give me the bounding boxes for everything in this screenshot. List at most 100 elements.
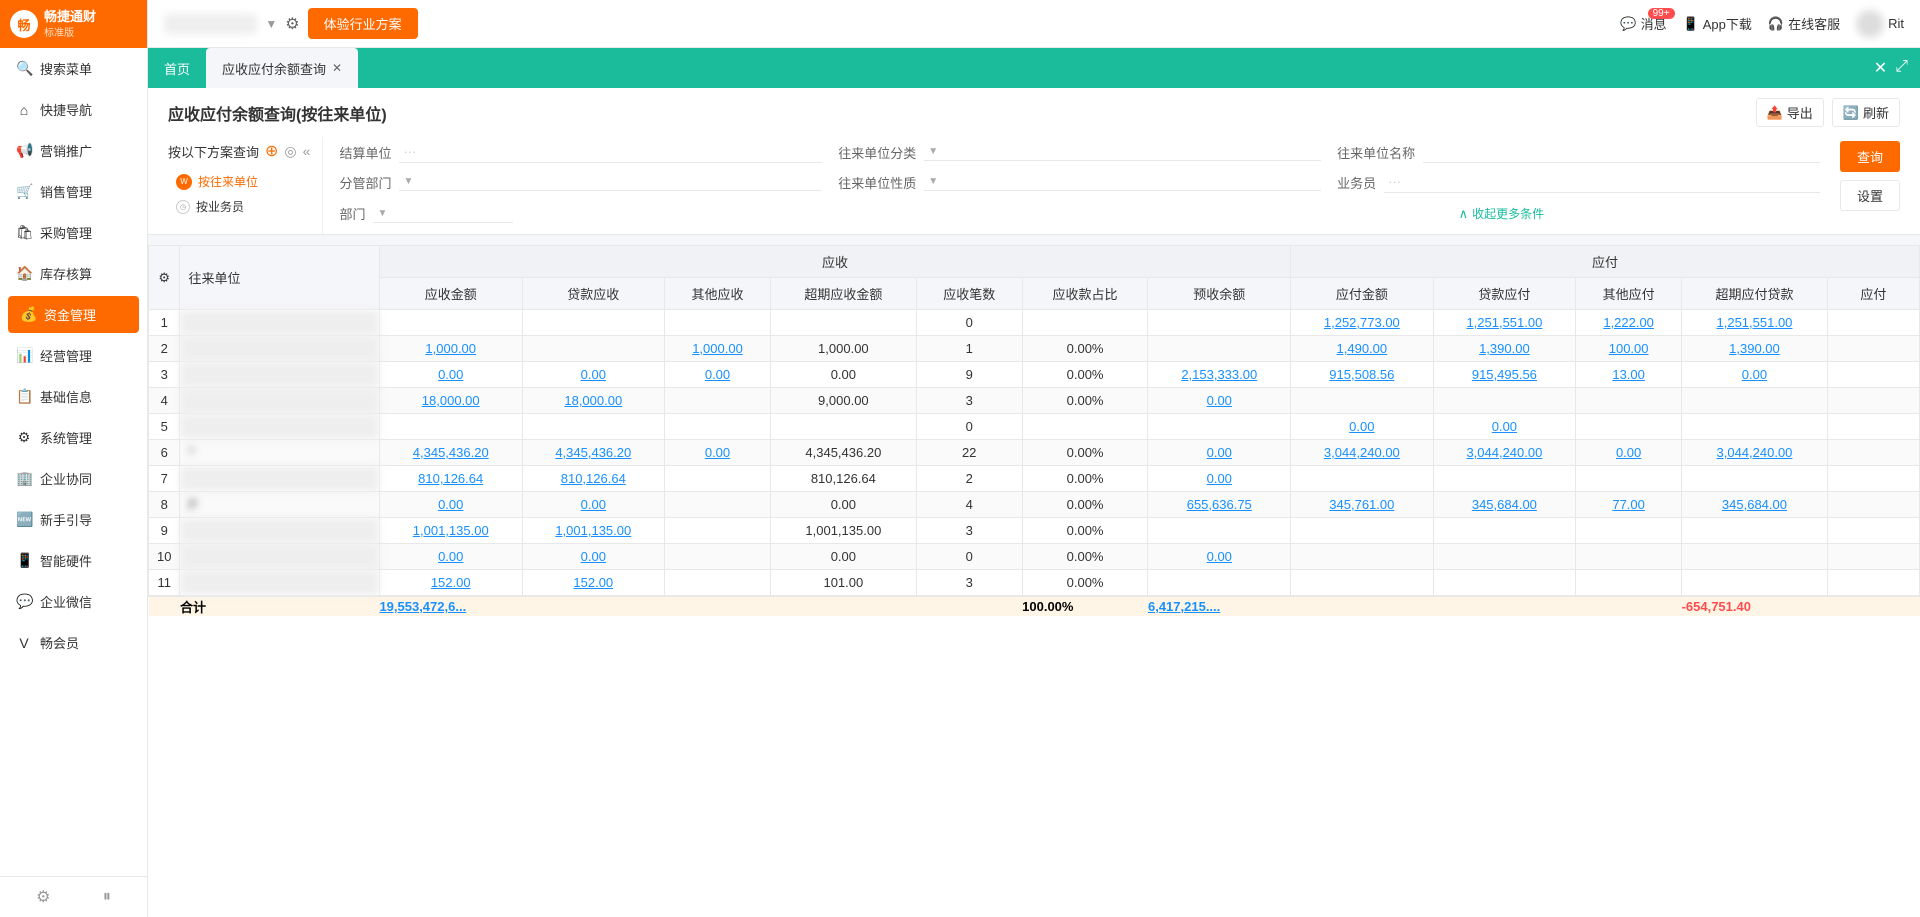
add-scheme-icon[interactable]: ⊕ bbox=[265, 141, 278, 161]
table-cell[interactable]: 1,252,773.00 bbox=[1291, 310, 1434, 336]
table-cell[interactable]: 4,345,436.20 bbox=[522, 440, 665, 466]
table-cell[interactable]: 345,684.00 bbox=[1433, 492, 1576, 518]
table-cell: 0.00% bbox=[1022, 388, 1148, 414]
tab-close-window-icon[interactable]: ✕ bbox=[1874, 58, 1887, 78]
table-cell[interactable]: 1,000.00 bbox=[665, 336, 771, 362]
tab-home[interactable]: 首页 bbox=[148, 48, 206, 88]
th-settings[interactable]: ⚙ bbox=[149, 246, 180, 310]
table-cell[interactable]: 1,001,135.00 bbox=[522, 518, 665, 544]
table-cell[interactable]: 0.00 bbox=[1148, 466, 1291, 492]
table-cell[interactable]: 0.00 bbox=[522, 544, 665, 570]
export-btn[interactable]: 📤 导出 bbox=[1756, 98, 1824, 127]
online-service-btn[interactable]: 🎧 在线客服 bbox=[1768, 14, 1840, 33]
sidebar-item-sales[interactable]: 🛒 销售管理 bbox=[0, 171, 147, 212]
partner-name-text-input[interactable] bbox=[1427, 144, 1816, 159]
table-cell[interactable]: 810,126.64 bbox=[379, 466, 522, 492]
sidebar-item-vip[interactable]: V 畅会员 bbox=[0, 622, 147, 663]
sidebar-collapse-btn[interactable]: ⏸ bbox=[103, 888, 111, 906]
setting-btn[interactable]: 设置 bbox=[1840, 180, 1900, 211]
sidebar-item-purchase[interactable]: 🛍 采购管理 bbox=[0, 212, 147, 253]
scheme-item-salesman[interactable]: ◷ 按业务员 bbox=[168, 194, 310, 219]
query-btn[interactable]: 查询 bbox=[1840, 141, 1900, 172]
tab-maximize-icon[interactable]: ⤢ bbox=[1895, 58, 1908, 78]
collapse-scheme-icon[interactable]: « bbox=[303, 143, 311, 159]
sidebar-settings-btn[interactable]: ⚙ bbox=[36, 887, 50, 907]
table-cell[interactable]: 2,153,333.00 bbox=[1148, 362, 1291, 388]
sidebar-item-quick[interactable]: ⌂ 快捷导航 bbox=[0, 89, 147, 130]
sidebar-item-system[interactable]: ⚙ 系统管理 bbox=[0, 417, 147, 458]
table-cell[interactable]: 915,495.56 bbox=[1433, 362, 1576, 388]
table-cell[interactable]: 0.00 bbox=[379, 492, 522, 518]
table-cell[interactable]: 18,000.00 bbox=[379, 388, 522, 414]
sidebar-item-search[interactable]: 🔍 搜索菜单 bbox=[0, 48, 147, 89]
table-cell[interactable]: 4,345,436.20 bbox=[379, 440, 522, 466]
table-cell[interactable]: 0.00 bbox=[379, 544, 522, 570]
sidebar-item-enterprise[interactable]: 🏢 企业协同 bbox=[0, 458, 147, 499]
table-cell[interactable]: 0.00 bbox=[522, 492, 665, 518]
footer-ar-total[interactable]: 19,553,472,6... bbox=[379, 596, 522, 616]
salesman-input[interactable]: ··· bbox=[1384, 171, 1820, 193]
table-cell bbox=[665, 518, 771, 544]
table-cell[interactable]: 1,222.00 bbox=[1576, 310, 1682, 336]
partner-name-input[interactable] bbox=[1423, 141, 1820, 163]
table-cell[interactable]: 0.00 bbox=[379, 362, 522, 388]
table-cell[interactable]: 0.00 bbox=[665, 440, 771, 466]
table-cell[interactable]: 345,761.00 bbox=[1291, 492, 1434, 518]
table-cell[interactable]: 0.00 bbox=[1148, 440, 1291, 466]
sidebar-item-wechat[interactable]: 💬 企业微信 bbox=[0, 581, 147, 622]
table-cell[interactable]: 152.00 bbox=[522, 570, 665, 597]
user-info-btn[interactable]: Rit bbox=[1856, 10, 1904, 38]
sidebar-item-marketing[interactable]: 📢 营销推广 bbox=[0, 130, 147, 171]
table-cell[interactable]: 3,044,240.00 bbox=[1433, 440, 1576, 466]
collapse-more-btn[interactable]: ∧ 收起更多条件 bbox=[1447, 201, 1557, 226]
table-cell[interactable]: 345,684.00 bbox=[1682, 492, 1828, 518]
edit-scheme-icon[interactable]: ◎ bbox=[284, 143, 296, 160]
table-cell[interactable]: 1,001,135.00 bbox=[379, 518, 522, 544]
table-cell[interactable]: 810,126.64 bbox=[522, 466, 665, 492]
scheme-item-partner[interactable]: W 按往来单位 bbox=[168, 169, 310, 194]
table-cell[interactable]: 0.00 bbox=[1148, 388, 1291, 414]
settlement-unit-input[interactable]: ··· bbox=[399, 141, 822, 163]
sidebar-item-basic[interactable]: 📋 基础信息 bbox=[0, 376, 147, 417]
messages-btn[interactable]: 💬 消息 99+ bbox=[1620, 14, 1666, 33]
table-cell[interactable]: 655,636.75 bbox=[1148, 492, 1291, 518]
tab-ar-query[interactable]: 应收应付余额查询 ✕ bbox=[206, 48, 358, 88]
table-cell[interactable]: 915,508.56 bbox=[1291, 362, 1434, 388]
table-cell[interactable]: 152.00 bbox=[379, 570, 522, 597]
table-cell[interactable]: 13.00 bbox=[1576, 362, 1682, 388]
sidebar-item-operation[interactable]: 📊 经营管理 bbox=[0, 335, 147, 376]
sidebar-item-hardware[interactable]: 📱 智能硬件 bbox=[0, 540, 147, 581]
tab-close-icon[interactable]: ✕ bbox=[332, 61, 342, 75]
sidebar-item-guide[interactable]: 🆕 新手引导 bbox=[0, 499, 147, 540]
refresh-btn[interactable]: 🔄 刷新 bbox=[1832, 98, 1900, 127]
settings-gear-icon[interactable]: ⚙ bbox=[285, 14, 299, 34]
table-cell[interactable]: 1,390.00 bbox=[1682, 336, 1828, 362]
table-cell[interactable]: 1,251,551.00 bbox=[1682, 310, 1828, 336]
trial-industry-btn[interactable]: 体验行业方案 bbox=[308, 8, 418, 39]
table-cell[interactable]: 0.00 bbox=[1682, 362, 1828, 388]
table-cell[interactable]: 100.00 bbox=[1576, 336, 1682, 362]
table-cell[interactable]: 3,044,240.00 bbox=[1291, 440, 1434, 466]
table-cell: 2 bbox=[149, 336, 180, 362]
table-cell[interactable]: 0.00 bbox=[1291, 414, 1434, 440]
partner-category-select[interactable]: ▼ bbox=[924, 143, 1321, 161]
table-cell[interactable]: 0.00 bbox=[1148, 544, 1291, 570]
table-cell[interactable]: 0.00 bbox=[1433, 414, 1576, 440]
sidebar-item-inventory[interactable]: 🏠 库存核算 bbox=[0, 253, 147, 294]
table-cell[interactable]: 1,490.00 bbox=[1291, 336, 1434, 362]
table-cell[interactable]: 1,000.00 bbox=[379, 336, 522, 362]
table-cell[interactable]: 0.00 bbox=[665, 362, 771, 388]
app-download-btn[interactable]: 📱 App下载 bbox=[1683, 14, 1752, 33]
table-cell[interactable]: 3,044,240.00 bbox=[1682, 440, 1828, 466]
sidebar-item-finance[interactable]: 💰 资金管理 bbox=[8, 296, 139, 333]
department-select[interactable]: ▼ bbox=[373, 205, 513, 223]
division-select[interactable]: ▼ bbox=[399, 173, 822, 191]
table-cell[interactable]: 18,000.00 bbox=[522, 388, 665, 414]
partner-nature-select[interactable]: ▼ bbox=[924, 173, 1321, 191]
table-cell[interactable]: 1,251,551.00 bbox=[1433, 310, 1576, 336]
table-cell[interactable]: 0.00 bbox=[1576, 440, 1682, 466]
table-cell[interactable]: 0.00 bbox=[522, 362, 665, 388]
footer-ar-prepaid[interactable]: 6,417,215.... bbox=[1148, 596, 1291, 616]
table-cell[interactable]: 77.00 bbox=[1576, 492, 1682, 518]
table-cell[interactable]: 1,390.00 bbox=[1433, 336, 1576, 362]
